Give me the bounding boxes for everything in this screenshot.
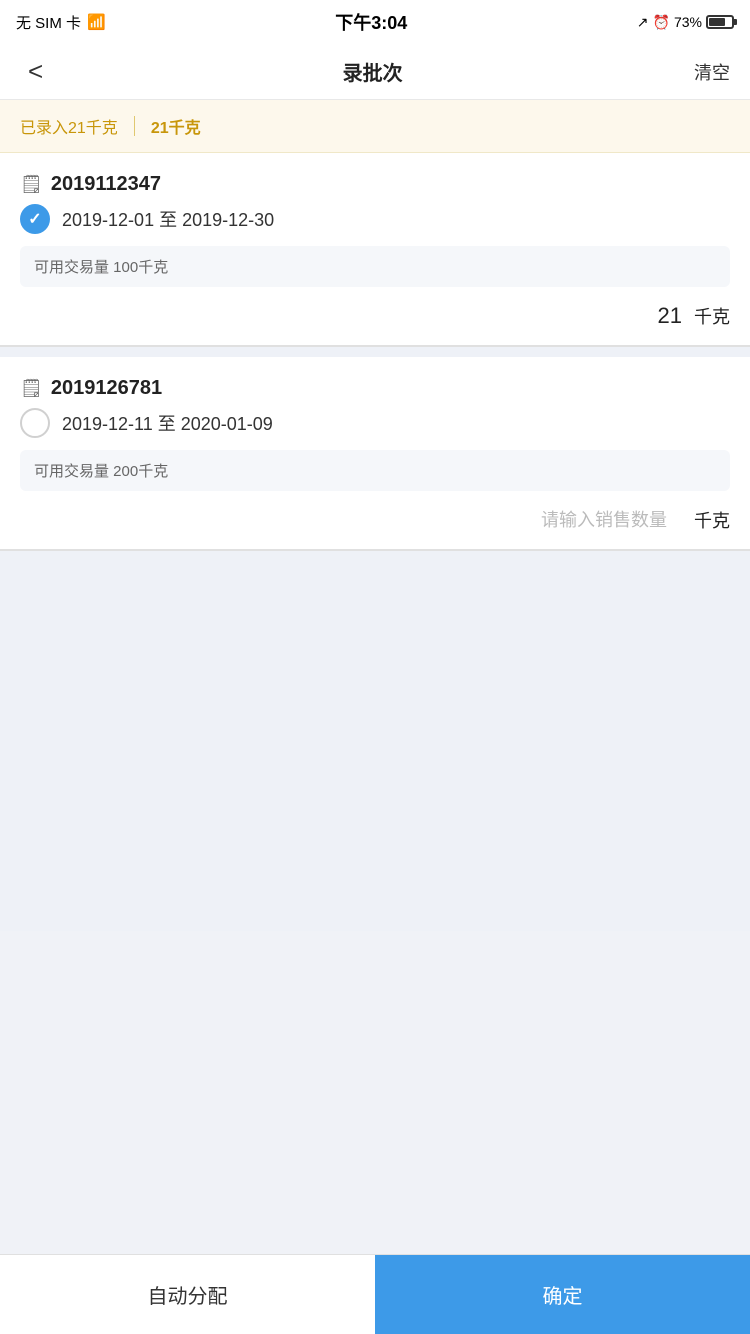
summary-label: 已录入21千克: [20, 114, 118, 138]
status-time: 下午3:04: [335, 9, 407, 35]
batch-2-input-row[interactable]: 千克: [0, 491, 750, 551]
batch-2-date: 2019-12-11 至 2020-01-09: [62, 410, 273, 436]
battery-percent: 73%: [674, 14, 702, 30]
bottom-bar: 自动分配 确定: [0, 1254, 750, 1334]
batch-1-available: 可用交易量 100千克: [20, 246, 730, 287]
section-divider: [0, 347, 750, 357]
batch-1-radio[interactable]: ✓: [20, 204, 50, 234]
status-bar: 无 SIM 卡 📶 下午3:04 ↗ ⏰ 73%: [0, 0, 750, 44]
no-sim-label: 无 SIM 卡: [16, 12, 81, 33]
status-left: 无 SIM 卡 📶: [16, 12, 106, 33]
batch-1-date-row[interactable]: ✓ 2019-12-01 至 2019-12-30: [20, 204, 730, 234]
batch-2-unit: 千克: [694, 507, 730, 533]
batch-2-icon: 🗒: [20, 378, 43, 399]
location-icon: ↗: [637, 14, 649, 31]
summary-banner: 已录入21千克 21千克: [0, 100, 750, 153]
batch-1-date: 2019-12-01 至 2019-12-30: [62, 206, 274, 232]
alarm-icon: ⏰: [653, 14, 670, 31]
batch-2-id: 2019126781: [51, 377, 162, 400]
batch-2-quantity-input[interactable]: [482, 510, 682, 531]
batch-2-card: 🗒 2019126781 2019-12-11 至 2020-01-09 可用交…: [0, 357, 750, 491]
batch-2-radio[interactable]: [20, 408, 50, 438]
batch-1-icon: 🗒: [20, 174, 43, 195]
status-right: ↗ ⏰ 73%: [637, 14, 734, 31]
batch-1-quantity-value[interactable]: 21: [658, 303, 682, 329]
batch-1-card: 🗒 2019112347 ✓ 2019-12-01 至 2019-12-30 可…: [0, 153, 750, 287]
summary-divider: [134, 116, 135, 136]
page-title: 录批次: [343, 57, 403, 86]
confirm-button[interactable]: 确定: [375, 1255, 750, 1334]
battery-tip: [734, 19, 737, 25]
batch-1-header: 🗒 2019112347: [20, 173, 730, 196]
nav-bar: < 录批次 清空: [0, 44, 750, 100]
batch-1-quantity-row: 21 千克: [0, 287, 750, 347]
batch-1-id: 2019112347: [51, 173, 161, 196]
batch-2-date-row[interactable]: 2019-12-11 至 2020-01-09: [20, 408, 730, 438]
summary-value: 21千克: [151, 114, 201, 138]
batch-2-header: 🗒 2019126781: [20, 377, 730, 400]
auto-distribute-button[interactable]: 自动分配: [0, 1255, 375, 1334]
check-icon: ✓: [28, 209, 41, 229]
battery-fill: [709, 18, 725, 26]
batch-1-unit: 千克: [694, 303, 730, 329]
empty-area: [0, 551, 750, 931]
battery-bar: [706, 15, 734, 29]
back-button[interactable]: <: [20, 52, 51, 91]
wifi-icon: 📶: [87, 13, 106, 31]
batch-2-available: 可用交易量 200千克: [20, 450, 730, 491]
clear-button[interactable]: 清空: [694, 59, 730, 85]
